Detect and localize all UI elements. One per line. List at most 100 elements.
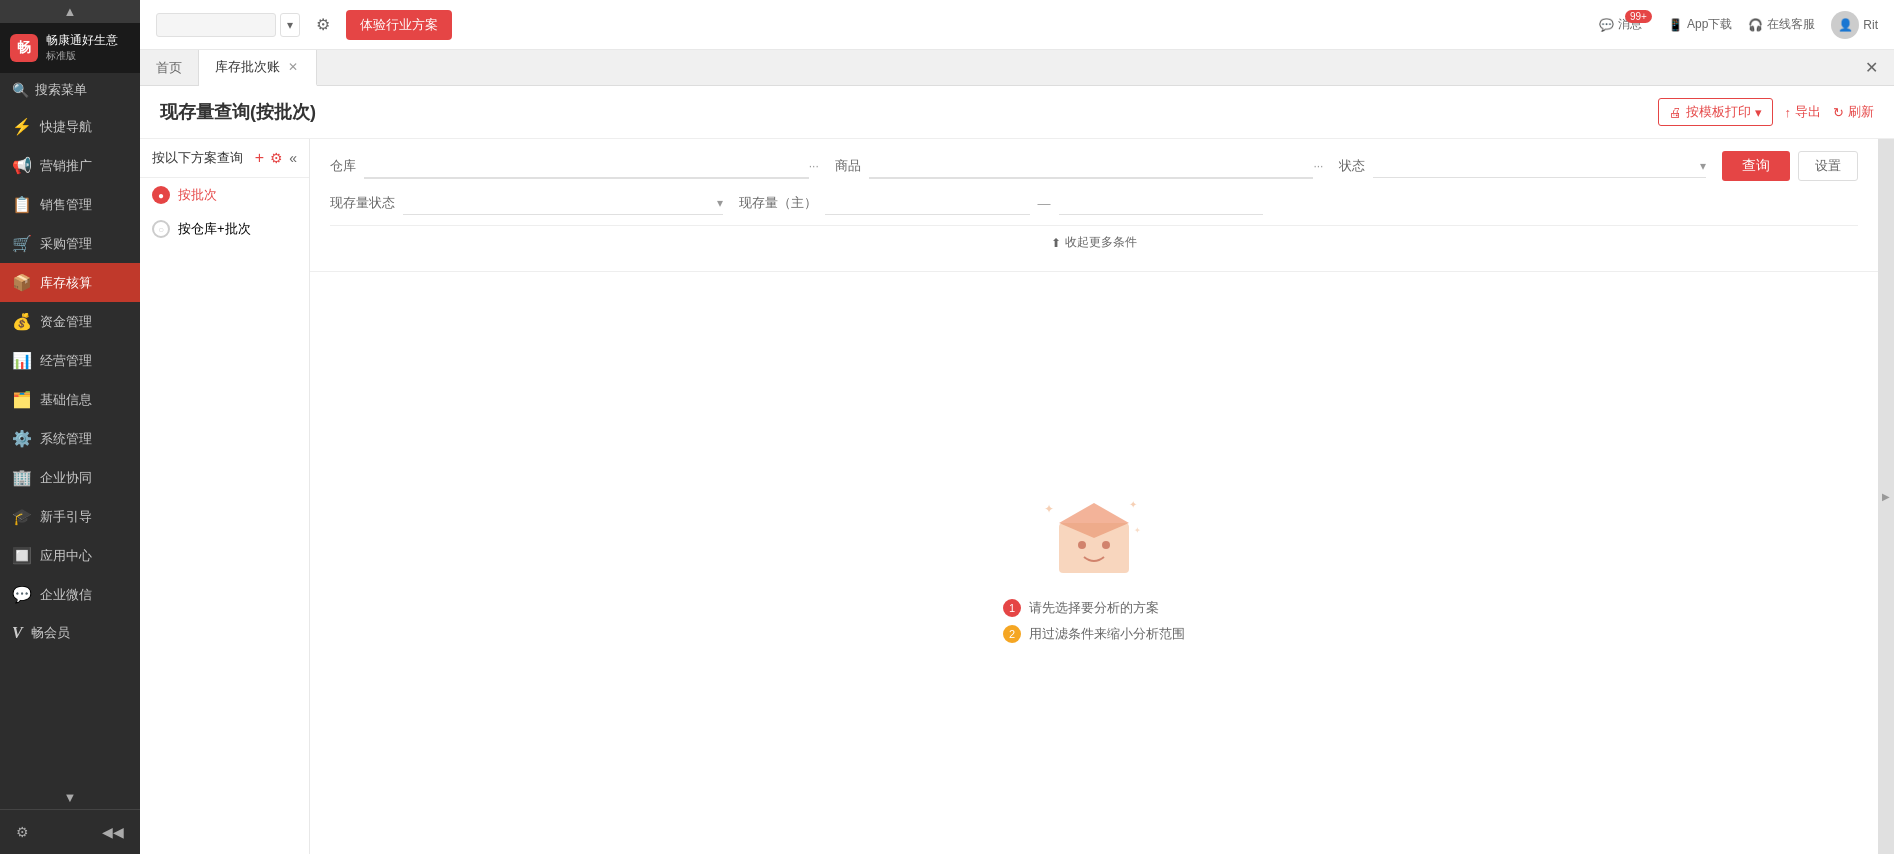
collapse-more-label: 收起更多条件 [1065,234,1137,251]
status-chevron-icon: ▾ [1700,159,1706,173]
inventory-qty-dash: — [1030,196,1059,211]
right-sidebar-toggle[interactable]: ▶ [1878,139,1894,854]
filter-bar: 仓库 ··· 商品 ··· [310,139,1878,272]
warehouse-input[interactable] [364,154,809,178]
product-input[interactable] [869,154,1314,178]
finance-icon: 💰 [12,312,32,331]
sidebar-item-label: 采购管理 [40,235,92,253]
topbar-gear-button[interactable]: ⚙ [312,11,334,38]
topbar-messages[interactable]: 💬 消息 99+ [1599,16,1642,33]
sidebar-item-purchase[interactable]: 🛒 采购管理 [0,224,140,263]
svg-text:✦: ✦ [1044,502,1054,516]
sidebar-item-apps[interactable]: 🔲 应用中心 [0,536,140,575]
system-icon: ⚙️ [12,429,32,448]
topbar-search-area: ▾ [156,13,300,37]
sidebar-item-label: 快捷导航 [40,118,92,136]
topbar-dropdown-button[interactable]: ▾ [280,13,300,37]
sidebar-item-label: 经营管理 [40,352,92,370]
filter-product: 商品 ··· [835,154,1324,179]
topbar-user-area[interactable]: 👤 Rit [1831,11,1878,39]
messages-badge: 99+ [1625,10,1652,23]
sidebar-item-quick-nav[interactable]: ⚡ 快捷导航 [0,107,140,146]
step-2-number: 2 [1003,625,1021,643]
collapse-more-bar[interactable]: ⬆ 收起更多条件 [330,225,1858,259]
product-more-button[interactable]: ··· [1313,159,1323,173]
step-2-label: 用过滤条件来缩小分析范围 [1029,625,1185,643]
page-header: 现存量查询(按批次) 🖨 按模板打印 ▾ ↑ 导出 ↻ 刷新 [140,86,1894,139]
step-1-number: 1 [1003,599,1021,617]
sidebar-search-label: 搜索菜单 [35,81,87,99]
refresh-button[interactable]: ↻ 刷新 [1833,103,1874,121]
export-button[interactable]: ↑ 导出 [1785,103,1822,121]
sidebar-item-wechat[interactable]: 💬 企业微信 [0,575,140,614]
sidebar-item-system[interactable]: ⚙️ 系统管理 [0,419,140,458]
tab-panel-close-button[interactable]: ✕ [1849,58,1894,77]
status-select[interactable] [1373,154,1700,177]
tab-inventory-batch[interactable]: 库存批次账 ✕ [199,50,317,86]
scheme-item-by-warehouse-batch[interactable]: ○ 按仓库+批次 [140,212,309,246]
svg-text:✦: ✦ [1134,526,1141,535]
sidebar-search-item[interactable]: 🔍 搜索菜单 [0,73,140,107]
query-button[interactable]: 查询 [1722,151,1790,181]
app-title-group: 畅康通好生意 标准版 [46,33,118,63]
sidebar-item-label: 库存核算 [40,274,92,292]
topbar-industry-button[interactable]: 体验行业方案 [346,10,452,40]
scheme-item-by-batch[interactable]: ● 按批次 [140,178,309,212]
warehouse-filter-label: 仓库 [330,157,356,175]
sidebar-settings-button[interactable]: ⚙ [12,820,33,844]
product-select-wrapper [869,154,1314,179]
print-button[interactable]: 🖨 按模板打印 ▾ [1658,98,1773,126]
topbar-app-download[interactable]: 📱 App下载 [1668,16,1732,33]
sidebar-item-inventory[interactable]: 📦 库存核算 [0,263,140,302]
basic-icon: 🗂️ [12,390,32,409]
inventory-qty-label: 现存量（主） [739,194,817,212]
action-row: 查询 设置 [1722,151,1858,181]
sidebar-item-label: 应用中心 [40,547,92,565]
sidebar-item-marketing[interactable]: 📢 营销推广 [0,146,140,185]
sidebar-item-sales[interactable]: 📋 销售管理 [0,185,140,224]
wechat-icon: 💬 [12,585,32,604]
product-filter-label: 商品 [835,157,861,175]
tab-home[interactable]: 首页 [140,50,199,86]
sidebar-item-finance[interactable]: 💰 资金管理 [0,302,140,341]
tab-close-button[interactable]: ✕ [286,60,300,74]
left-panel-collapse-button[interactable]: « [289,150,297,166]
sales-icon: 📋 [12,195,32,214]
sidebar-item-basic[interactable]: 🗂️ 基础信息 [0,380,140,419]
empty-illustration: ✦ ✦ ✦ [1034,483,1154,583]
empty-state: ✦ ✦ ✦ 1 请先选择要分析的方案 2 用过滤条件来缩小分析范围 [310,272,1878,854]
status-filter-label: 状态 [1339,157,1365,175]
inventory-status-select[interactable] [403,191,717,214]
left-panel-title: 按以下方案查询 [152,149,243,167]
sidebar-scroll-down[interactable]: ▼ [0,786,140,809]
sidebar-item-newbie[interactable]: 🎓 新手引导 [0,497,140,536]
scheme-settings-button[interactable]: ⚙ [270,150,283,166]
member-icon: V [12,624,23,642]
purchase-icon: 🛒 [12,234,32,253]
topbar-search-input[interactable] [156,13,276,37]
tab-inventory-batch-label: 库存批次账 [215,58,280,76]
tab-home-label: 首页 [156,59,182,77]
sidebar-item-member[interactable]: V 畅会员 [0,614,140,652]
sidebar-item-label: 企业协同 [40,469,92,487]
empty-step-1: 1 请先选择要分析的方案 [1003,599,1185,617]
app-logo: 畅 [10,34,38,62]
tabbar: 首页 库存批次账 ✕ ✕ [140,50,1894,86]
search-icon: 🔍 [12,82,29,98]
support-icon: 🎧 [1748,18,1763,32]
topbar-online-support[interactable]: 🎧 在线客服 [1748,16,1815,33]
sidebar-item-enterprise[interactable]: 🏢 企业协同 [0,458,140,497]
app-subtitle: 标准版 [46,49,118,63]
sidebar-collapse-button[interactable]: ◀◀ [98,820,128,844]
sidebar-item-operation[interactable]: 📊 经营管理 [0,341,140,380]
add-scheme-button[interactable]: + [255,149,264,167]
settings-button[interactable]: 设置 [1798,151,1858,181]
warehouse-select-wrapper [364,154,809,179]
page-title: 现存量查询(按批次) [160,100,316,124]
warehouse-more-button[interactable]: ··· [809,159,819,173]
inventory-status-chevron-icon: ▾ [717,196,723,210]
inventory-qty-from-input[interactable] [825,191,1030,215]
inventory-qty-to-input[interactable] [1059,191,1264,215]
sidebar-scroll-up[interactable]: ▲ [0,0,140,23]
message-icon: 💬 [1599,18,1614,32]
